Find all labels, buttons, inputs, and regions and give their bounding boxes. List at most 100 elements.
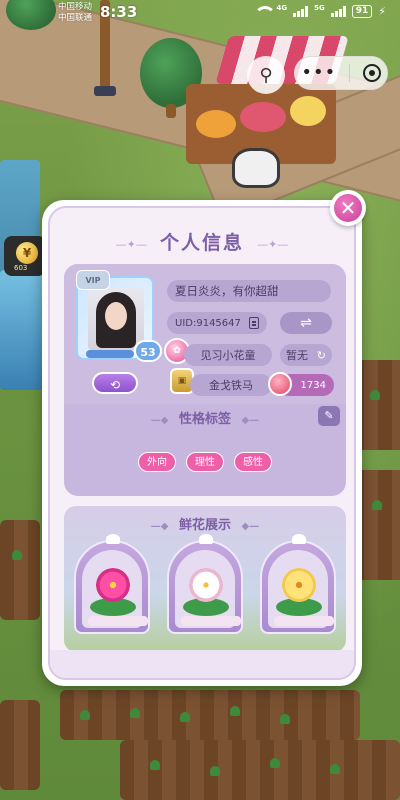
- yellow-flower-icon: [282, 568, 316, 602]
- copy-icon[interactable]: [249, 317, 259, 329]
- tag-chip[interactable]: 外向: [138, 452, 176, 472]
- status-bar: 中国移动 中国联通 8:33 4G 5G 91 ⚡: [0, 0, 400, 28]
- carrier-2: 中国联通: [58, 13, 93, 23]
- level-badge: 53: [134, 340, 162, 362]
- none-label: 暂无: [286, 349, 308, 362]
- crop-sprout: [372, 500, 382, 510]
- carrier-1: 中国移动: [58, 2, 93, 12]
- location-pin-button[interactable]: ⚲: [247, 56, 285, 94]
- pink-flower-icon: [96, 568, 130, 602]
- crop-sprout: [180, 712, 190, 722]
- avatar-face: [105, 302, 127, 330]
- plinth: [274, 616, 334, 626]
- coin-icon: ¥: [16, 242, 38, 264]
- close-button[interactable]: ✕: [330, 190, 366, 226]
- husky-dog: [232, 148, 280, 188]
- arch-interior: [268, 550, 334, 628]
- avatar-frame[interactable]: VIP 53: [76, 270, 162, 362]
- close-icon: ✕: [334, 194, 362, 222]
- capsule-divider: [348, 64, 350, 82]
- crop-sprout: [210, 766, 220, 776]
- crop-sprout: [230, 706, 240, 716]
- signal-icon: [293, 6, 309, 17]
- swap-arrows-icon: ⇌: [300, 315, 312, 331]
- refresh-icon: ↻: [316, 348, 326, 362]
- uid-text: UID:9145647: [175, 317, 241, 329]
- arch-interior: [82, 550, 148, 628]
- farm-plot: [120, 740, 400, 800]
- personality-tags: 外向 理性 感性: [64, 452, 346, 472]
- pencil-icon: ✎: [324, 409, 334, 422]
- tag-chip[interactable]: 感性: [234, 452, 272, 472]
- arch-crown: [199, 534, 213, 544]
- farm-plot: [60, 690, 360, 740]
- avatar: [88, 288, 144, 350]
- ornament: ◆—: [241, 415, 260, 426]
- clock: 8:33: [100, 3, 138, 21]
- tags-heading: 性格标签: [178, 412, 231, 427]
- edit-tags-button[interactable]: ✎: [318, 406, 340, 426]
- flower-section-header: —◆ 鲜花展示 ◆—: [64, 514, 346, 533]
- flowers-heading: 鲜花展示: [178, 518, 231, 533]
- carriers: 中国移动 中国联通: [58, 2, 92, 24]
- flower-basket: [196, 110, 236, 138]
- network-type-1: 4G: [276, 3, 288, 12]
- refresh-icon: ⟲: [109, 378, 121, 392]
- flower-slot[interactable]: [260, 534, 336, 634]
- network-type-2: 5G: [314, 3, 325, 12]
- nickname: 夏日炎炎，有你超甜: [167, 280, 331, 302]
- tags-section-header: —◆ 性格标签 ◆—: [64, 408, 346, 427]
- swap-button[interactable]: ⇌: [280, 312, 332, 334]
- crop-sprout: [270, 758, 280, 768]
- ornament: —◆: [150, 415, 169, 426]
- battery-level: 91: [351, 5, 373, 18]
- plinth: [88, 616, 148, 626]
- dialog-header: —✦— 个人信息 —✦—: [50, 228, 354, 255]
- flower-slot[interactable]: [74, 534, 150, 634]
- profile-info-area: VIP 53 夏日炎炎，有你超甜 UID:9145647 ⇌ ✿ 见习小花童 暂…: [64, 264, 346, 404]
- crop-sprout: [330, 764, 340, 774]
- close-miniprogram-icon[interactable]: [362, 64, 381, 82]
- tag-chip[interactable]: 理性: [186, 452, 224, 472]
- greenhouse: [0, 270, 46, 390]
- crop-sprout: [280, 714, 290, 724]
- crop-sprout: [80, 710, 90, 720]
- status-icons: 4G 5G 91 ⚡: [254, 3, 386, 18]
- dialog-footer: [50, 650, 354, 678]
- tree-trunk: [166, 104, 176, 118]
- ornament: ◆—: [241, 521, 260, 532]
- dialog-title: 个人信息: [159, 232, 244, 254]
- arch-crown: [106, 534, 120, 544]
- crop-sprout: [150, 760, 160, 770]
- change-avatar-button[interactable]: ⟲: [92, 372, 138, 394]
- lamp-base: [94, 86, 116, 96]
- profile-card: VIP 53 夏日炎炎，有你超甜 UID:9145647 ⇌ ✿ 见习小花童 暂…: [64, 264, 346, 496]
- crop-sprout: [130, 708, 140, 718]
- ornament: —◆: [150, 521, 169, 532]
- mini-program-capsule: •••: [294, 56, 388, 90]
- more-menu-icon[interactable]: •••: [301, 64, 336, 82]
- charging-icon: ⚡: [378, 5, 386, 18]
- none-field[interactable]: 暂无 ↻: [280, 344, 332, 366]
- coin-count: 603: [14, 264, 28, 272]
- crop-sprout: [12, 550, 22, 560]
- profile-dialog: —✦— 个人信息 —✦— VIP 53 夏日炎炎，有你超甜 UID:914564…: [42, 200, 362, 686]
- farm-plot: [0, 520, 40, 620]
- avatar-ribbon: [86, 350, 134, 358]
- arch-interior: [175, 550, 241, 628]
- dialog-body: —✦— 个人信息 —✦— VIP 53 夏日炎炎，有你超甜 UID:914564…: [48, 206, 356, 680]
- flower-basket: [240, 102, 286, 132]
- title-ornament-left: —✦—: [115, 238, 147, 251]
- arch-crown: [292, 534, 306, 544]
- flower-slot[interactable]: [167, 534, 243, 634]
- wifi-icon: [254, 5, 277, 18]
- player-title: 见习小花童: [184, 344, 272, 366]
- signal-icon: [330, 6, 346, 17]
- flower-display-panel: —◆ 鲜花展示 ◆—: [64, 506, 346, 652]
- white-flower-icon: [189, 568, 223, 602]
- currency-widget[interactable]: ¥ 603: [4, 236, 46, 276]
- gem-icon: [268, 372, 292, 396]
- flower-basket: [290, 96, 326, 126]
- pin-icon: ⚲: [259, 64, 273, 86]
- title-ornament-right: —✦—: [257, 238, 289, 251]
